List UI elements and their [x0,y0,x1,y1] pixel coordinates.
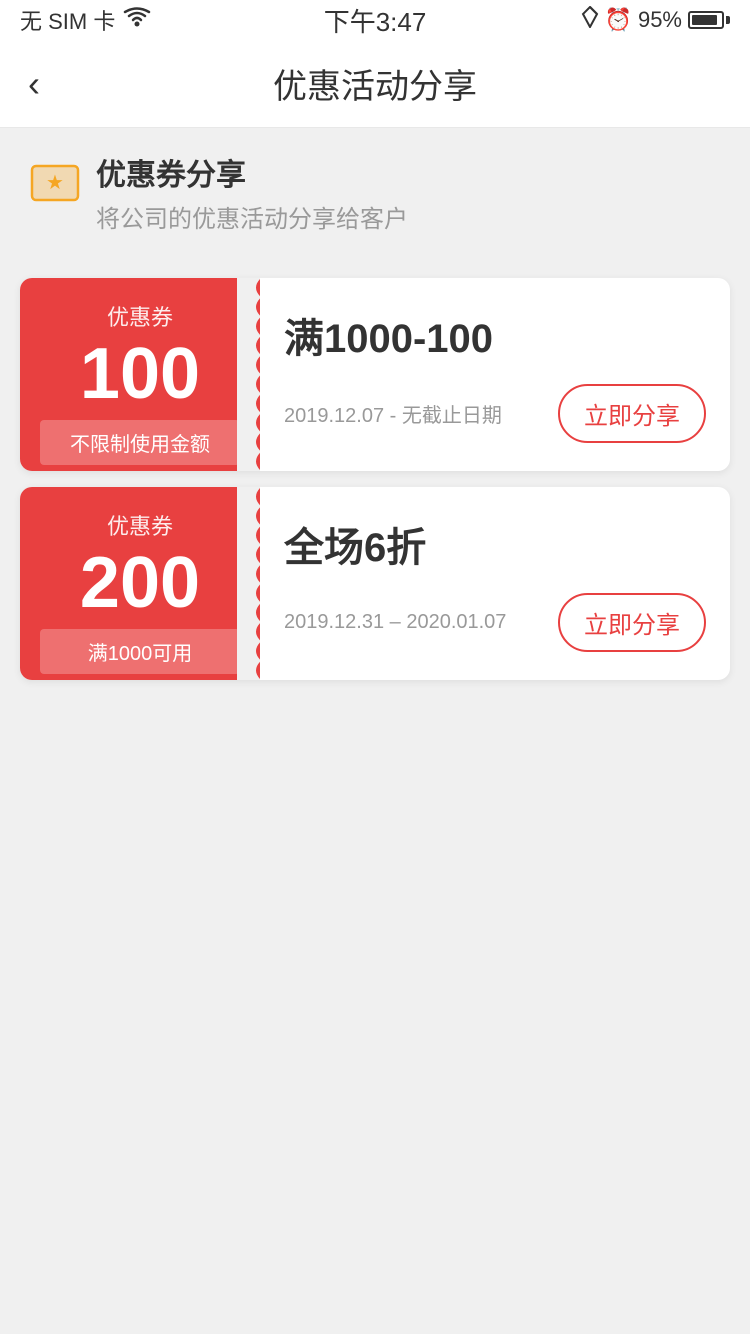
coupon-left-inner-2: 优惠券 200 满1000可用 [40,509,240,674]
coupon-card-1: 优惠券 100 不限制使用金额 满1000-100 2019.12.07 - 无… [20,278,730,471]
coupon-left-1: 优惠券 100 不限制使用金额 [20,278,260,471]
nav-title: 优惠活动分享 [273,59,477,108]
status-left: 无 SIM 卡 [20,4,151,36]
coupon-type-1: 优惠券 [107,300,173,332]
coupons-container: 优惠券 100 不限制使用金额 满1000-100 2019.12.07 - 无… [0,252,750,726]
coupon-date-2: 2019.12.31 – 2020.01.07 [284,611,506,634]
coupon-condition-2: 满1000可用 [40,629,240,674]
battery-icon [688,11,730,29]
status-right: ⏰ 95% [581,6,730,34]
wifi-icon [123,6,151,34]
section-text: 优惠券分享 将公司的优惠活动分享给客户 [96,156,408,234]
coupon-meta-1: 2019.12.07 - 无截止日期 立即分享 [284,384,706,443]
coupon-condition-1: 不限制使用金额 [40,420,240,465]
coupon-left-2: 优惠券 200 满1000可用 [20,487,260,680]
coupon-share-icon: ★ [30,158,80,208]
coupon-name-1: 满1000-100 [284,306,706,364]
carrier-text: 无 SIM 卡 [20,4,115,36]
section-title: 优惠券分享 [96,156,408,195]
coupon-card-2: 优惠券 200 满1000可用 全场6折 2019.12.31 – 2020.0… [20,487,730,680]
share-button-2[interactable]: 立即分享 [558,593,706,652]
section-subtitle: 将公司的优惠活动分享给客户 [96,199,408,234]
coupon-name-2: 全场6折 [284,515,706,573]
status-time: 下午3:47 [324,2,427,39]
battery-text: 95% [638,7,682,33]
share-button-1[interactable]: 立即分享 [558,384,706,443]
nav-bar: ‹ 优惠活动分享 [0,40,750,128]
status-bar: 无 SIM 卡 下午3:47 ⏰ 95% [0,0,750,40]
coupon-date-1: 2019.12.07 - 无截止日期 [284,399,502,428]
coupon-meta-2: 2019.12.31 – 2020.01.07 立即分享 [284,593,706,652]
coupon-value-1: 100 [80,338,200,410]
section-header: ★ 优惠券分享 将公司的优惠活动分享给客户 [0,128,750,252]
location-icon [581,6,599,34]
coupon-right-1: 满1000-100 2019.12.07 - 无截止日期 立即分享 [260,278,730,471]
coupon-right-2: 全场6折 2019.12.31 – 2020.01.07 立即分享 [260,487,730,680]
back-button[interactable]: ‹ [28,66,40,102]
svg-text:★: ★ [46,172,64,194]
bottom-space [0,726,750,1326]
coupon-value-2: 200 [80,547,200,619]
alarm-icon: ⏰ [605,7,632,33]
coupon-type-2: 优惠券 [107,509,173,541]
coupon-left-inner-1: 优惠券 100 不限制使用金额 [40,300,240,465]
